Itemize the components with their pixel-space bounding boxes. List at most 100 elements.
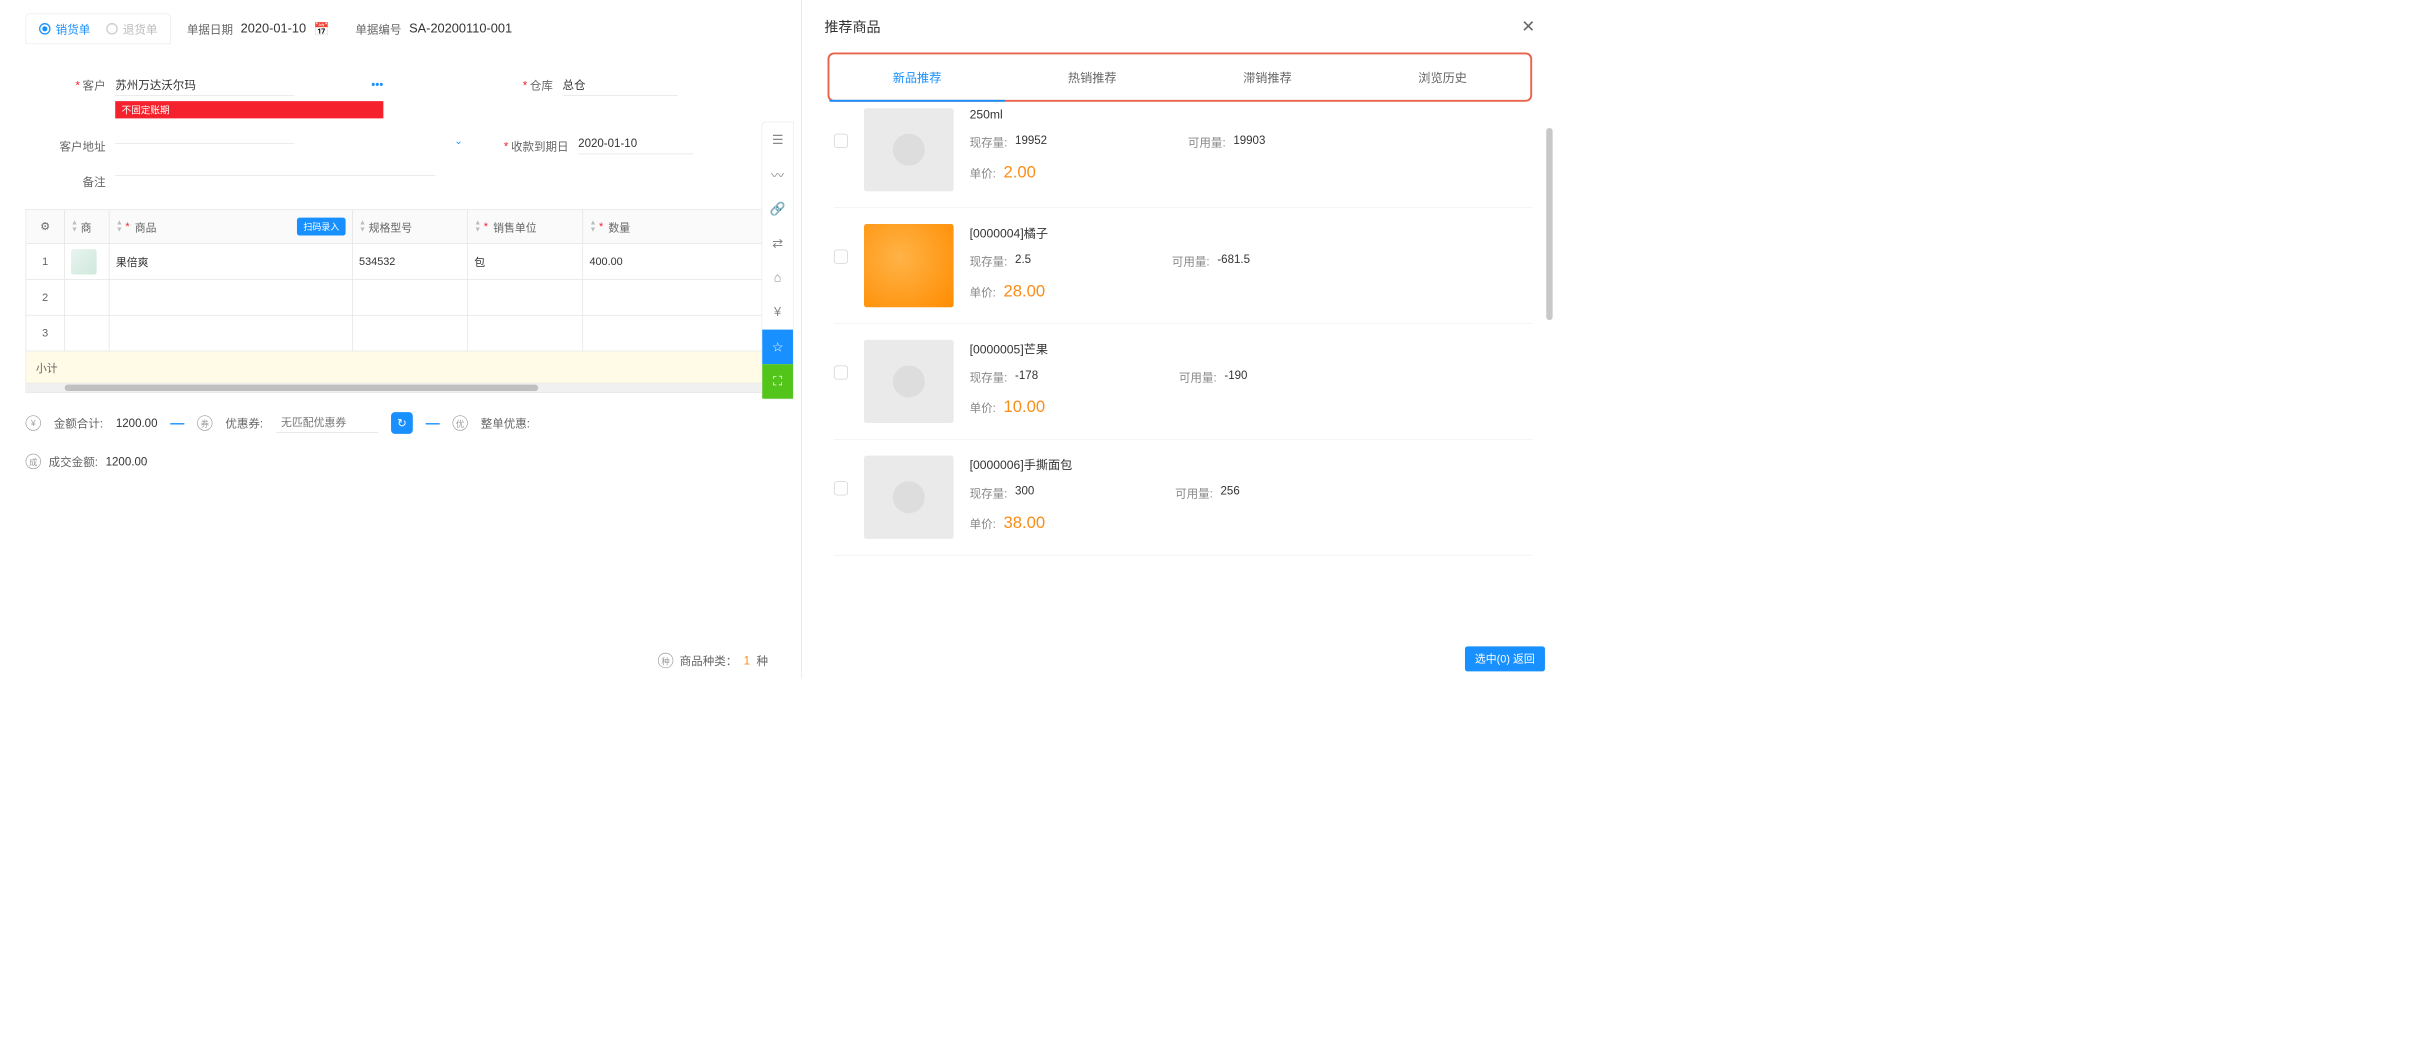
chevron-down-icon[interactable]: ⌄ (454, 134, 463, 147)
item-checkbox[interactable] (834, 481, 848, 495)
table-row[interactable]: 1 果倍爽 534532 包 400.00 (26, 244, 780, 280)
tab-sales-order[interactable]: 销货单 (39, 20, 90, 37)
avail-value: 256 (1221, 484, 1240, 501)
tab-return-label: 退货单 (123, 20, 158, 37)
exchange-icon[interactable]: ⇄ (762, 226, 793, 261)
deal-value: 1200.00 (106, 455, 148, 468)
expand-icon[interactable]: ⛶ (762, 364, 793, 399)
col-goods[interactable]: 商品 (135, 219, 157, 235)
cell-name[interactable]: 果倍爽 (109, 244, 352, 279)
deal-label: 成交金额: (49, 453, 98, 470)
avail-value: -190 (1224, 369, 1247, 386)
tab-history[interactable]: 浏览历史 (1355, 54, 1530, 99)
chart-icon[interactable]: 〰 (762, 157, 793, 192)
radio-icon (106, 23, 118, 35)
row-index: 1 (26, 244, 64, 279)
customer-lookup-icon[interactable]: ••• (371, 78, 383, 91)
price-value: 28.00 (1004, 281, 1046, 301)
whole-discount-label: 整单优惠: (481, 415, 530, 432)
stock-value: 2.5 (1015, 253, 1031, 270)
link-icon[interactable]: 🔗 (762, 191, 793, 226)
product-item[interactable]: [0000005]芒果 现存量:-178 可用量:-190 单价:10.00 (834, 324, 1532, 440)
product-image (864, 340, 954, 423)
doc-date-field[interactable]: 单据日期 2020-01-10 📅 (187, 20, 330, 37)
cell-unit[interactable]: 包 (468, 244, 583, 279)
price-value: 38.00 (1004, 513, 1046, 533)
refresh-button[interactable]: ↻ (391, 412, 413, 434)
select-return-button[interactable]: 选中(0) 返回 (1465, 646, 1545, 671)
product-item[interactable]: 250ml 现存量:19952 可用量:19903 单价:2.00 (834, 108, 1532, 208)
minus-icon: — (170, 415, 184, 432)
customer-tag: 不固定账期 (115, 101, 383, 118)
recommend-tabs: 新品推荐 热销推荐 滞销推荐 浏览历史 (828, 52, 1533, 101)
discount-icon: 优 (453, 415, 468, 430)
kinds-icon: 种 (658, 653, 673, 668)
due-label: 收款到期日 (511, 140, 569, 153)
vertical-scrollbar[interactable] (1546, 128, 1552, 320)
list-icon[interactable]: ☰ (762, 122, 793, 157)
cell-spec[interactable]: 534532 (353, 244, 468, 279)
remark-input[interactable] (115, 170, 435, 176)
stock-value: 19952 (1015, 134, 1047, 151)
product-title: 250ml (970, 108, 1533, 122)
avail-value: -681.5 (1217, 253, 1250, 270)
table-row[interactable]: 2 (26, 280, 780, 316)
tab-sales-label: 销货单 (56, 20, 91, 37)
cell-qty[interactable]: 400.00 (583, 244, 660, 279)
product-image (864, 108, 954, 191)
kinds-unit: 种 (756, 652, 768, 669)
kinds-label: 商品种类： (680, 652, 738, 669)
warehouse-input[interactable]: 总仓 (563, 74, 678, 96)
addr-input[interactable] (115, 138, 294, 144)
avail-value: 19903 (1233, 134, 1265, 151)
currency-icon[interactable]: ¥ (762, 295, 793, 330)
product-item[interactable]: [0000006]手撕面包 现存量:300 可用量:256 单价:38.00 (834, 440, 1532, 556)
item-checkbox[interactable] (834, 250, 848, 264)
item-checkbox[interactable] (834, 134, 848, 148)
price-value: 2.00 (1004, 162, 1036, 182)
product-image (864, 456, 954, 539)
yen-icon: ¥ (26, 415, 41, 430)
table-row[interactable]: 3 (26, 316, 780, 352)
deal-icon: 成 (26, 454, 41, 469)
star-icon[interactable]: ☆ (762, 330, 793, 365)
customer-input[interactable]: 苏州万达沃尔玛 (115, 74, 294, 96)
scan-entry-button[interactable]: 扫码录入 (297, 218, 346, 236)
calendar-icon[interactable]: 📅 (314, 21, 330, 37)
coupon-label: 优惠券: (225, 415, 263, 432)
tab-slow[interactable]: 滞销推荐 (1180, 54, 1355, 99)
horizontal-scrollbar[interactable] (26, 383, 780, 392)
amount-label: 金额合计: (54, 415, 103, 432)
coupon-input[interactable] (276, 414, 378, 433)
product-title: [0000006]手撕面包 (970, 456, 1533, 473)
tab-hot[interactable]: 热销推荐 (1005, 54, 1180, 99)
recommend-panel: 推荐商品 ✕ 新品推荐 热销推荐 滞销推荐 浏览历史 250ml 现存量:199… (801, 0, 1557, 678)
price-value: 10.00 (1004, 397, 1046, 417)
subtotal-row: 小计 (26, 351, 780, 383)
inbox-icon[interactable]: ⌂ (762, 260, 793, 295)
product-thumbnail (71, 249, 97, 275)
tab-return-order[interactable]: 退货单 (106, 20, 157, 37)
col-unit[interactable]: 销售单位 (493, 219, 537, 235)
col-goods-short: 商 (81, 219, 92, 235)
stock-value: -178 (1015, 369, 1038, 386)
minus-icon: — (426, 415, 440, 432)
stock-value: 300 (1015, 484, 1034, 501)
col-spec[interactable]: 规格型号 (369, 219, 413, 235)
doc-type-tabs: 销货单 退货单 (26, 13, 171, 44)
coupon-icon: 券 (197, 415, 212, 430)
doc-no-label: 单据编号 (355, 20, 401, 37)
grid-settings-button[interactable]: ⚙ (26, 210, 64, 243)
customer-label: 客户 (83, 79, 106, 92)
col-qty[interactable]: 数量 (608, 219, 630, 235)
close-icon[interactable]: ✕ (1521, 16, 1535, 36)
item-checkbox[interactable] (834, 365, 848, 379)
panel-title: 推荐商品 (824, 16, 880, 36)
due-input[interactable]: 2020-01-10 (578, 134, 693, 154)
items-grid: ⚙ ▲▼商 ▲▼*商品扫码录入 ▲▼规格型号 ▲▼*销售单位 ▲▼*数量 1 果… (26, 209, 781, 393)
product-item[interactable]: [0000004]橘子 现存量:2.5 可用量:-681.5 单价:28.00 (834, 208, 1532, 324)
side-toolbar: ☰ 〰 🔗 ⇄ ⌂ ¥ ☆ ⛶ (762, 122, 794, 400)
product-title: [0000005]芒果 (970, 340, 1533, 357)
tab-new[interactable]: 新品推荐 (829, 54, 1004, 101)
remark-label: 备注 (83, 176, 106, 189)
